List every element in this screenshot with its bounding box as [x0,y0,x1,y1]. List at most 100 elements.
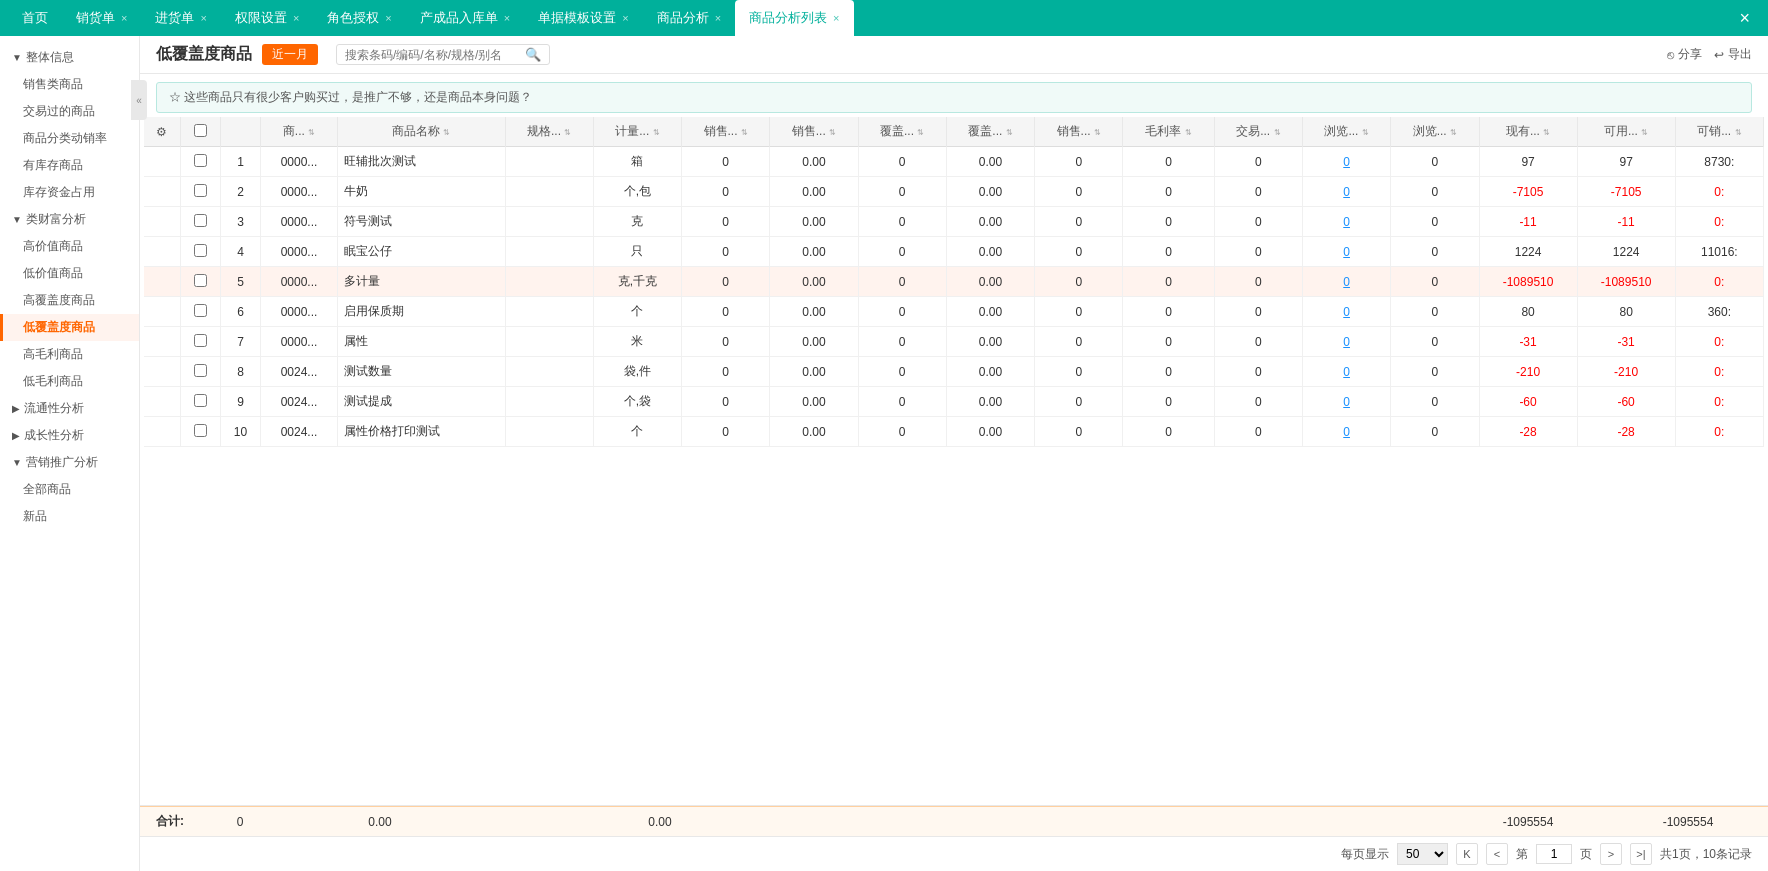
section-arrow-icon: ▶ [12,430,20,441]
tab-close-btn[interactable]: × [121,12,127,24]
next-page-btn[interactable]: > [1600,843,1622,865]
sidebar-item[interactable]: 销售类商品 [0,71,139,98]
table-header-trade[interactable]: 交易... ⇅ [1214,117,1302,147]
cell-sales_amt: 0.00 [770,207,858,237]
table-header-browse_a[interactable]: 浏览... ⇅ [1302,117,1390,147]
tab-close-btn[interactable]: × [833,12,839,24]
row-checkbox[interactable] [194,304,207,317]
sidebar-section-header[interactable]: ▶成长性分析 [0,422,139,449]
search-input[interactable] [345,48,525,62]
cell-sales_qty: 0 [682,357,770,387]
prev-page-btn[interactable]: < [1486,843,1508,865]
browse-link[interactable]: 0 [1343,155,1350,169]
nav-tab[interactable]: 角色授权× [313,0,405,36]
nav-tab[interactable]: 权限设置× [221,0,313,36]
tab-close-btn[interactable]: × [715,12,721,24]
tab-close-btn[interactable]: × [385,12,391,24]
select-all-checkbox[interactable] [194,124,207,137]
row-checkbox[interactable] [194,394,207,407]
page-input[interactable] [1536,844,1572,864]
sidebar-item[interactable]: 全部商品 [0,476,139,503]
row-checkbox[interactable] [194,334,207,347]
table-header-code[interactable]: 商... ⇅ [261,117,338,147]
browse-link[interactable]: 0 [1343,275,1350,289]
table-header-index [220,117,261,147]
cell-browse_a: 0 [1302,177,1390,207]
per-page-select[interactable]: 2050100 [1397,843,1448,865]
browse-link[interactable]: 0 [1343,245,1350,259]
table-header-spec[interactable]: 规格... ⇅ [505,117,593,147]
sidebar-item[interactable]: 低毛利商品 [0,368,139,395]
export-button[interactable]: ↩ 导出 [1714,46,1752,63]
sidebar-item[interactable]: 低覆盖度商品 [0,314,139,341]
table-header-name[interactable]: 商品名称 ⇅ [337,117,505,147]
sidebar-item[interactable]: 高价值商品 [0,233,139,260]
period-button[interactable]: 近一月 [262,44,318,65]
sidebar-section-header[interactable]: ▼类财富分析 [0,206,139,233]
cell-settings [144,417,180,447]
last-page-btn[interactable]: >| [1630,843,1652,865]
tab-close-btn[interactable]: × [504,12,510,24]
table-header-cover_a[interactable]: 覆盖... ⇅ [858,117,946,147]
browse-link[interactable]: 0 [1343,185,1350,199]
table-header-cover_b[interactable]: 覆盖... ⇅ [946,117,1034,147]
share-button[interactable]: ⎋ 分享 [1667,46,1702,63]
row-checkbox[interactable] [194,244,207,257]
sidebar-item[interactable]: 有库存商品 [0,152,139,179]
sidebar-item[interactable]: 商品分类动销率 [0,125,139,152]
sidebar-section-header[interactable]: ▶流通性分析 [0,395,139,422]
table-header-current_stock[interactable]: 现有... ⇅ [1479,117,1577,147]
sidebar-item[interactable]: 低价值商品 [0,260,139,287]
search-icon[interactable]: 🔍 [525,47,541,62]
table-header-sales_qty[interactable]: 销售... ⇅ [682,117,770,147]
sidebar-item[interactable]: 库存资金占用 [0,179,139,206]
settings-icon[interactable]: ⚙ [156,125,167,139]
tab-close-btn[interactable]: × [293,12,299,24]
cell-sales_amt: 0.00 [770,297,858,327]
browse-link[interactable]: 0 [1343,335,1350,349]
nav-tab[interactable]: 单据模板设置× [524,0,642,36]
total-info: 共1页，10条记录 [1660,846,1752,863]
browse-link[interactable]: 0 [1343,305,1350,319]
nav-tab[interactable]: 销货单× [62,0,141,36]
nav-tab[interactable]: 商品分析× [643,0,735,36]
browse-link[interactable]: 0 [1343,395,1350,409]
sidebar-item[interactable]: 新品 [0,503,139,530]
nav-tab[interactable]: 进货单× [141,0,220,36]
first-page-btn[interactable]: K [1456,843,1478,865]
sidebar-item[interactable]: 高覆盖度商品 [0,287,139,314]
browse-link[interactable]: 0 [1343,215,1350,229]
table-header-sales_c[interactable]: 销售... ⇅ [1035,117,1123,147]
nav-tab[interactable]: 商品分析列表× [735,0,853,36]
row-checkbox[interactable] [194,274,207,287]
table-header-gross_rate[interactable]: 毛利率 ⇅ [1123,117,1214,147]
table-header-saleable[interactable]: 可销... ⇅ [1675,117,1763,147]
tab-close-btn[interactable]: × [200,12,206,24]
table-header-unit[interactable]: 计量... ⇅ [593,117,681,147]
row-checkbox[interactable] [194,364,207,377]
table-container[interactable]: ⚙商... ⇅商品名称 ⇅规格... ⇅计量... ⇅销售... ⇅销售... … [144,117,1764,805]
sidebar-section-header[interactable]: ▼营销推广分析 [0,449,139,476]
row-checkbox[interactable] [194,154,207,167]
cell-settings [144,237,180,267]
table-row: 30000...符号测试克00.0000.0000000-11-110: [144,207,1764,237]
totals-bar: 合计: 0 0.00 0.00 -1095554 -1095554 [140,806,1768,836]
row-checkbox[interactable] [194,184,207,197]
table-header-browse_b[interactable]: 浏览... ⇅ [1391,117,1479,147]
row-checkbox[interactable] [194,424,207,437]
browse-link[interactable]: 0 [1343,425,1350,439]
tab-close-btn[interactable]: × [622,12,628,24]
cell-available: -210 [1577,357,1675,387]
table-header-sales_amt[interactable]: 销售... ⇅ [770,117,858,147]
sidebar-item[interactable]: 高毛利商品 [0,341,139,368]
sidebar-item[interactable]: 交易过的商品 [0,98,139,125]
sidebar-section-header[interactable]: ▼整体信息 [0,44,139,71]
table-header-available[interactable]: 可用... ⇅ [1577,117,1675,147]
nav-tab[interactable]: 首页 [8,0,62,36]
close-window-btn[interactable]: × [1729,8,1760,29]
nav-tab[interactable]: 产成品入库单× [406,0,524,36]
cell-name: 符号测试 [337,207,505,237]
row-checkbox[interactable] [194,214,207,227]
browse-link[interactable]: 0 [1343,365,1350,379]
sidebar-collapse-btn[interactable]: « [131,80,147,120]
